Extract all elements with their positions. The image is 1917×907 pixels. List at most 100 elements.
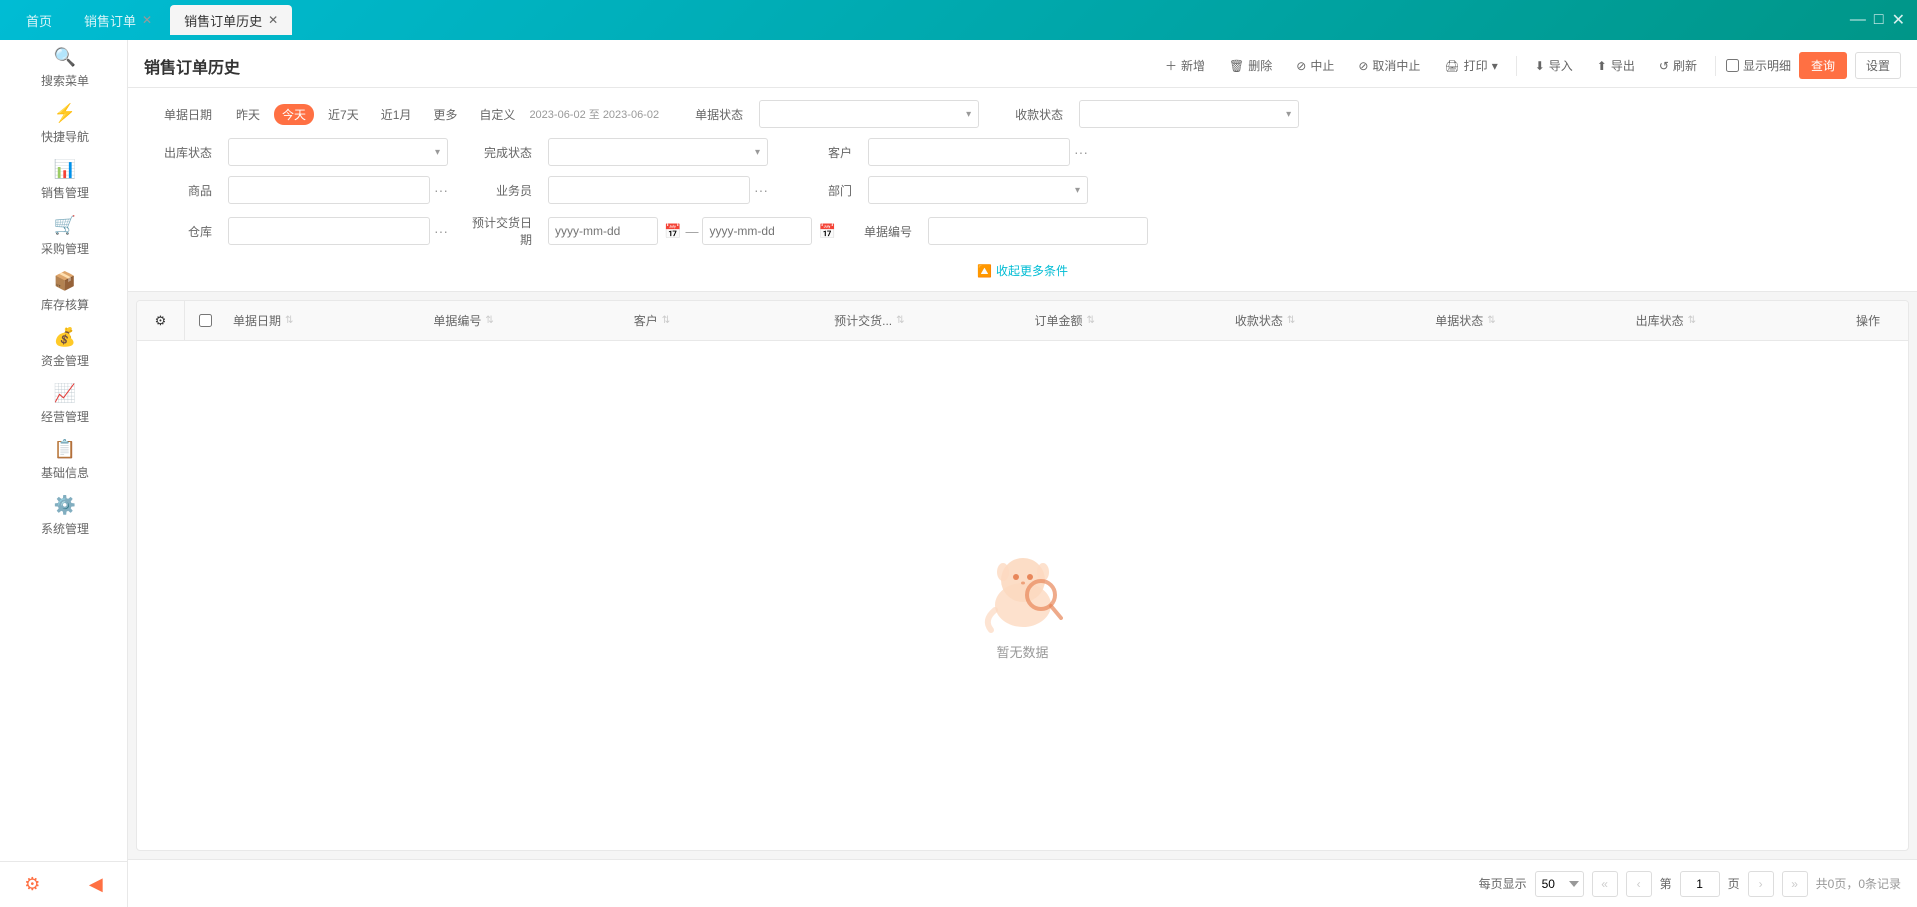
delivery-date-label: 预计交货日期 [464,214,532,248]
tab-sales-history-close[interactable]: ✕ [268,13,278,27]
tab-sales-history[interactable]: 销售订单历史 ✕ [170,5,292,35]
customer-input[interactable] [868,138,1070,166]
prev-page-btn[interactable]: ‹ [1626,871,1652,897]
department-select[interactable] [868,176,1088,204]
sidebar-settings-icon[interactable]: ⚙ [24,874,40,895]
cancel-stop-button[interactable]: ⊘ 取消中止 [1350,53,1428,78]
th-customer[interactable]: 客户 ⇅ [626,312,826,329]
th-settings[interactable]: ⚙ [137,301,185,340]
th-payment-status-label: 收款状态 [1235,312,1283,329]
delete-button[interactable]: 🗑 删除 [1221,53,1280,78]
print-label: 打印 [1464,57,1488,74]
new-button[interactable]: ＋ 新增 [1157,53,1213,78]
sidebar-item-finance[interactable]: 💰 资金管理 [0,320,127,376]
goods-input[interactable] [228,176,430,204]
date-range-display: 2023-06-02 至 2023-06-02 [529,106,659,122]
settings-button[interactable]: 设置 [1855,52,1901,79]
warehouse-input[interactable] [228,217,430,245]
display-detail-text: 显示明细 [1743,57,1791,74]
sidebar-item-system[interactable]: ⚙️ 系统管理 [0,488,127,544]
th-number[interactable]: 单据编号 ⇅ [425,312,625,329]
goods-dotdot[interactable]: ··· [434,182,448,198]
th-date-sort-icon: ⇅ [285,315,293,326]
date-tag-7days[interactable]: 近7天 [320,104,367,125]
sidebar-item-operations[interactable]: 📈 经营管理 [0,376,127,432]
date-tag-custom[interactable]: 自定义 [471,104,523,125]
query-label: 查询 [1811,57,1835,74]
first-page-btn[interactable]: « [1592,871,1618,897]
th-payment-status[interactable]: 收款状态 ⇅ [1227,312,1427,329]
export-label: 导出 [1611,57,1635,74]
delivery-date-end[interactable] [702,217,812,245]
th-order-status[interactable]: 单据状态 ⇅ [1427,312,1627,329]
customer-label: 客户 [784,144,852,161]
collapse-row[interactable]: 🔼 收起更多条件 [144,258,1901,279]
date-tag-yesterday[interactable]: 昨天 [228,104,268,125]
th-delivery[interactable]: 预计交货... ⇅ [826,312,1026,329]
next-page-icon: › [1759,877,1763,891]
stop-button[interactable]: ⊘ 中止 [1288,53,1342,78]
th-checkbox[interactable] [185,314,225,327]
tab-home-label: 首页 [26,11,52,30]
th-order-status-label: 单据状态 [1435,312,1483,329]
tab-sales-order[interactable]: 销售订单 ✕ [70,5,166,35]
tab-home[interactable]: 首页 [12,5,66,35]
date-tag-more[interactable]: 更多 [425,104,465,125]
sidebar-item-system-label: 系统管理 [41,520,89,537]
tab-sales-order-close[interactable]: ✕ [142,13,152,27]
sidebar-item-finance-label: 资金管理 [41,352,89,369]
th-number-label: 单据编号 [433,312,481,329]
delete-label: 删除 [1248,57,1272,74]
th-number-sort-icon: ⇅ [485,315,493,326]
calendar-end-icon[interactable]: 📅 [818,223,835,240]
page-size-select[interactable]: 50 10 20 100 [1535,871,1584,897]
query-button[interactable]: 查询 [1799,52,1847,79]
settings-gear-icon[interactable]: ⚙ [155,313,167,329]
calendar-start-icon[interactable]: 📅 [664,223,681,240]
print-button[interactable]: 🖨 打印 ▾ [1436,53,1505,78]
import-icon: ⬇ [1535,59,1545,73]
sidebar-item-inventory[interactable]: 📦 库存核算 [0,264,127,320]
maximize-btn[interactable]: □ [1874,11,1884,29]
import-button[interactable]: ⬇ 导入 [1527,53,1581,78]
sidebar-collapse-icon[interactable]: ◀ [89,874,103,895]
minimize-btn[interactable]: — [1850,11,1866,29]
th-date[interactable]: 单据日期 ⇅ [225,312,425,329]
sidebar-item-search[interactable]: 🔍 搜索菜单 [0,40,127,96]
customer-dotdot[interactable]: ··· [1074,144,1088,160]
sidebar-item-sales[interactable]: 📊 销售管理 [0,152,127,208]
th-shipment-status[interactable]: 出库状态 ⇅ [1628,312,1828,329]
delivery-date-start[interactable] [548,217,658,245]
last-page-btn[interactable]: » [1782,871,1808,897]
refresh-button[interactable]: ↺ 刷新 [1651,53,1705,78]
page-size-label: 每页显示 [1479,875,1527,892]
date-tag-today[interactable]: 今天 [274,104,314,125]
order-status-select[interactable] [759,100,979,128]
warehouse-filter: ··· [228,217,448,245]
salesperson-input[interactable] [548,176,750,204]
goods-filter: ··· [228,176,448,204]
sidebar-item-purchase[interactable]: 🛒 采购管理 [0,208,127,264]
th-amount[interactable]: 订单金额 ⇅ [1027,312,1227,329]
order-number-input[interactable] [928,217,1148,245]
payment-status-select[interactable] [1079,100,1299,128]
shipment-status-select[interactable] [228,138,448,166]
select-all-checkbox[interactable] [199,314,212,327]
page-number-input[interactable] [1680,871,1720,897]
print-icon: 🖨 [1444,59,1459,73]
warehouse-dotdot[interactable]: ··· [434,223,448,239]
completion-status-select-wrapper: ▾ [548,138,768,166]
close-btn[interactable]: ✕ [1892,10,1905,30]
display-detail-checkbox[interactable] [1726,59,1739,72]
salesperson-dotdot[interactable]: ··· [754,182,768,198]
search-menu-icon: 🔍 [54,47,76,68]
next-page-btn[interactable]: › [1748,871,1774,897]
completion-status-select[interactable] [548,138,768,166]
sidebar-item-basic-info[interactable]: 📋 基础信息 [0,432,127,488]
sidebar-item-quick-nav[interactable]: ⚡ 快捷导航 [0,96,127,152]
date-tag-1month[interactable]: 近1月 [373,104,420,125]
export-button[interactable]: ⬆ 导出 [1589,53,1643,78]
quick-nav-icon: ⚡ [54,103,76,124]
print-arrow-icon: ▾ [1492,59,1498,73]
stop-label: 中止 [1310,57,1334,74]
